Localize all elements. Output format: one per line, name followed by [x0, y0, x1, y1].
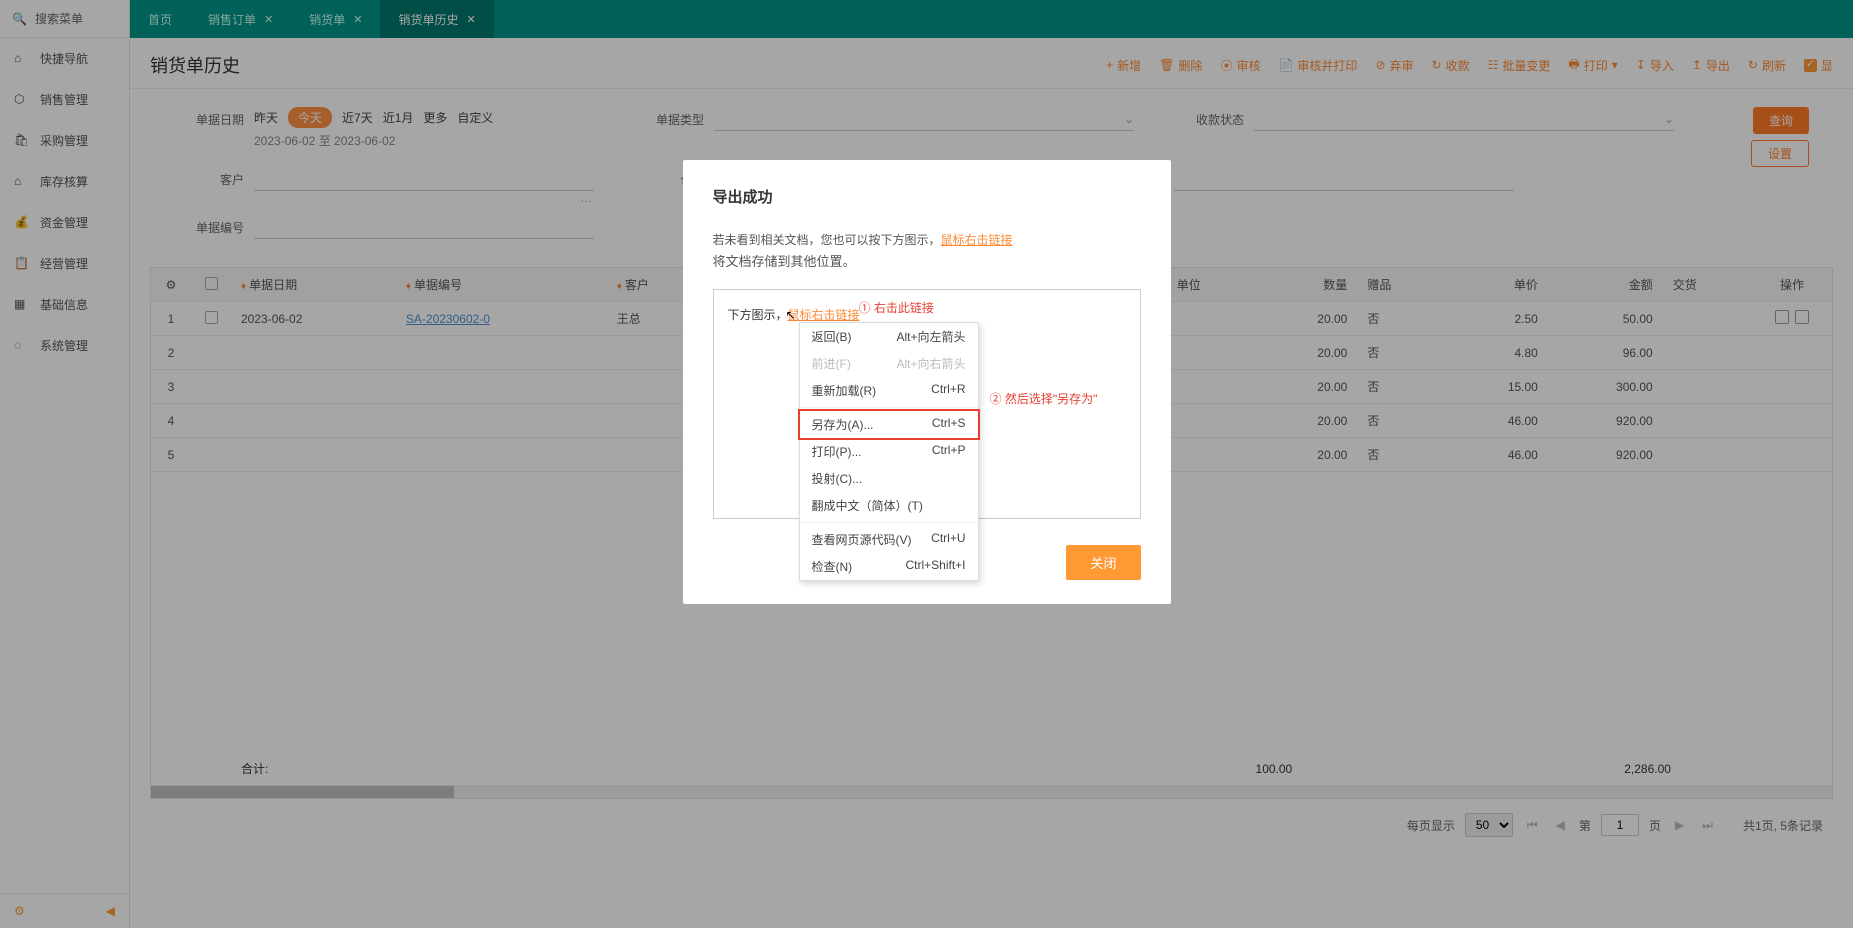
context-menu-item: 打印(P)...Ctrl+P	[800, 438, 978, 465]
annotation-2: ② 然后选择"另存为"	[990, 390, 1098, 407]
modal-link-hint[interactable]: 鼠标右击链接	[941, 233, 1013, 247]
context-menu-item: 翻成中文（简体）(T)	[800, 492, 978, 519]
modal-title: 导出成功	[713, 186, 1141, 207]
annotation-1: ① 右击此链接	[859, 299, 934, 316]
context-menu-example: 返回(B)Alt+向左箭头前进(F)Alt+向右箭头重新加载(R)Ctrl+R 另…	[799, 322, 979, 581]
context-menu-item: 重新加载(R)Ctrl+R	[800, 377, 978, 404]
close-button[interactable]: 关闭	[1066, 545, 1140, 580]
modal-overlay: 导出成功 若未看到相关文档，您也可以按下方图示，鼠标右击链接 将文档存储到其他位…	[0, 0, 1853, 928]
export-success-modal: 导出成功 若未看到相关文档，您也可以按下方图示，鼠标右击链接 将文档存储到其他位…	[683, 160, 1171, 604]
context-menu-item: 前进(F)Alt+向右箭头	[800, 350, 978, 377]
example-link: 鼠标右击链接	[788, 308, 860, 322]
instruction-image: 下方图示，鼠标右击链接 ↖ ① 右击此链接 返回(B)Alt+向左箭头前进(F)…	[713, 289, 1141, 519]
cursor-icon: ↖	[786, 308, 796, 322]
context-menu-item: 投射(C)...	[800, 465, 978, 492]
context-menu-item: 另存为(A)...Ctrl+S	[798, 409, 980, 440]
context-menu-item: 返回(B)Alt+向左箭头	[800, 323, 978, 350]
modal-line2: 将文档存储到其他位置。	[713, 251, 1141, 273]
context-menu-item: 检查(N)Ctrl+Shift+I	[800, 553, 978, 580]
modal-line1: 若未看到相关文档，您也可以按下方图示，鼠标右击链接	[713, 229, 1141, 251]
context-menu-item: 查看网页源代码(V)Ctrl+U	[800, 526, 978, 553]
